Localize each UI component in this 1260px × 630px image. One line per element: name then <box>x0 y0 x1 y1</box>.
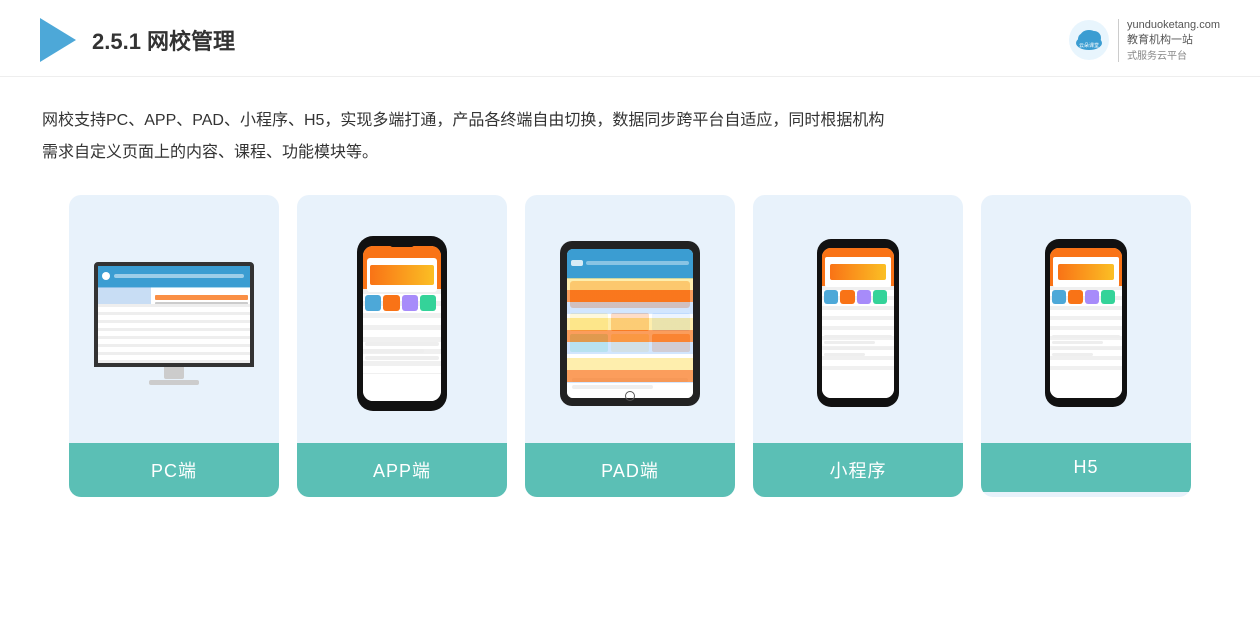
header: 2.5.1 网校管理 云朵课堂 yunduoketang.com 教育机构一站 … <box>0 0 1260 77</box>
pc-screen <box>94 262 254 367</box>
pad-screen <box>567 249 693 398</box>
page-container: 2.5.1 网校管理 云朵课堂 yunduoketang.com 教育机构一站 … <box>0 0 1260 630</box>
phone-screen-app <box>363 246 441 401</box>
card-pad-label: PAD端 <box>525 443 735 497</box>
card-h5-label: H5 <box>981 443 1191 492</box>
brand-url: yunduoketang.com <box>1127 19 1220 31</box>
small-phone-screen-miniprogram <box>822 248 894 398</box>
phone-screen-content-app <box>363 246 441 401</box>
card-app-label: APP端 <box>297 443 507 497</box>
pc-mockup <box>94 262 254 385</box>
card-app: APP端 <box>297 195 507 497</box>
card-miniprogram-label: 小程序 <box>753 443 963 497</box>
card-pc-label: PC端 <box>69 443 279 497</box>
small-phone-screen-content-miniprogram <box>822 248 894 398</box>
miniprogram-image-area <box>769 223 947 423</box>
pad-outer <box>560 241 700 406</box>
pad-mockup <box>560 241 700 406</box>
phone-mockup-miniprogram <box>817 239 899 407</box>
phone-notch-app <box>390 242 414 247</box>
header-right: 云朵课堂 yunduoketang.com 教育机构一站 式服务云平台 <box>1068 19 1220 62</box>
card-pc: PC端 <box>69 195 279 497</box>
small-phone-screen-h5 <box>1050 248 1122 398</box>
description-line2: 需求自定义页面上的内容、课程、功能模块等。 <box>42 137 1218 169</box>
cards-section: PC端 <box>0 185 1260 517</box>
card-h5: H5 <box>981 195 1191 497</box>
brand-name-line1: 教育机构一站 <box>1127 31 1193 47</box>
phone-mockup-app <box>357 236 447 411</box>
pc-screen-inner <box>98 266 250 363</box>
brand-logo: 云朵课堂 yunduoketang.com 教育机构一站 式服务云平台 <box>1068 19 1220 62</box>
small-phone-outer-miniprogram <box>817 239 899 407</box>
description-block: 网校支持PC、APP、PAD、小程序、H5，实现多端打通，产品各终端自由切换，数… <box>0 77 1260 185</box>
phone-mockup-h5 <box>1045 239 1127 407</box>
pc-base <box>149 380 199 385</box>
brand-name-line2: 式服务云平台 <box>1127 47 1187 62</box>
small-phone-screen-content-h5 <box>1050 248 1122 398</box>
title-main: 网校管理 <box>147 29 235 54</box>
header-left: 2.5.1 网校管理 <box>40 18 235 62</box>
page-title: 2.5.1 网校管理 <box>92 24 235 56</box>
title-prefix: 2.5.1 <box>92 29 147 54</box>
pad-screen-content <box>567 249 693 398</box>
h5-image-area <box>997 223 1175 423</box>
small-phone-notch-h5 <box>1076 244 1096 248</box>
svg-text:云朵课堂: 云朵课堂 <box>1079 42 1099 49</box>
description-line1: 网校支持PC、APP、PAD、小程序、H5，实现多端打通，产品各终端自由切换，数… <box>42 105 1218 137</box>
logo-triangle-icon <box>40 18 76 62</box>
brand-text: yunduoketang.com 教育机构一站 式服务云平台 <box>1118 19 1220 62</box>
pc-image-area <box>85 223 263 423</box>
pad-image-area <box>541 223 719 423</box>
phone-outer-app <box>357 236 447 411</box>
small-phone-outer-h5 <box>1045 239 1127 407</box>
brand-cloud-icon: 云朵课堂 <box>1068 19 1110 61</box>
app-image-area <box>313 223 491 423</box>
pad-home-button <box>625 391 635 401</box>
small-phone-notch-miniprogram <box>848 244 868 248</box>
pc-stand <box>164 367 184 379</box>
card-miniprogram: 小程序 <box>753 195 963 497</box>
card-pad: PAD端 <box>525 195 735 497</box>
